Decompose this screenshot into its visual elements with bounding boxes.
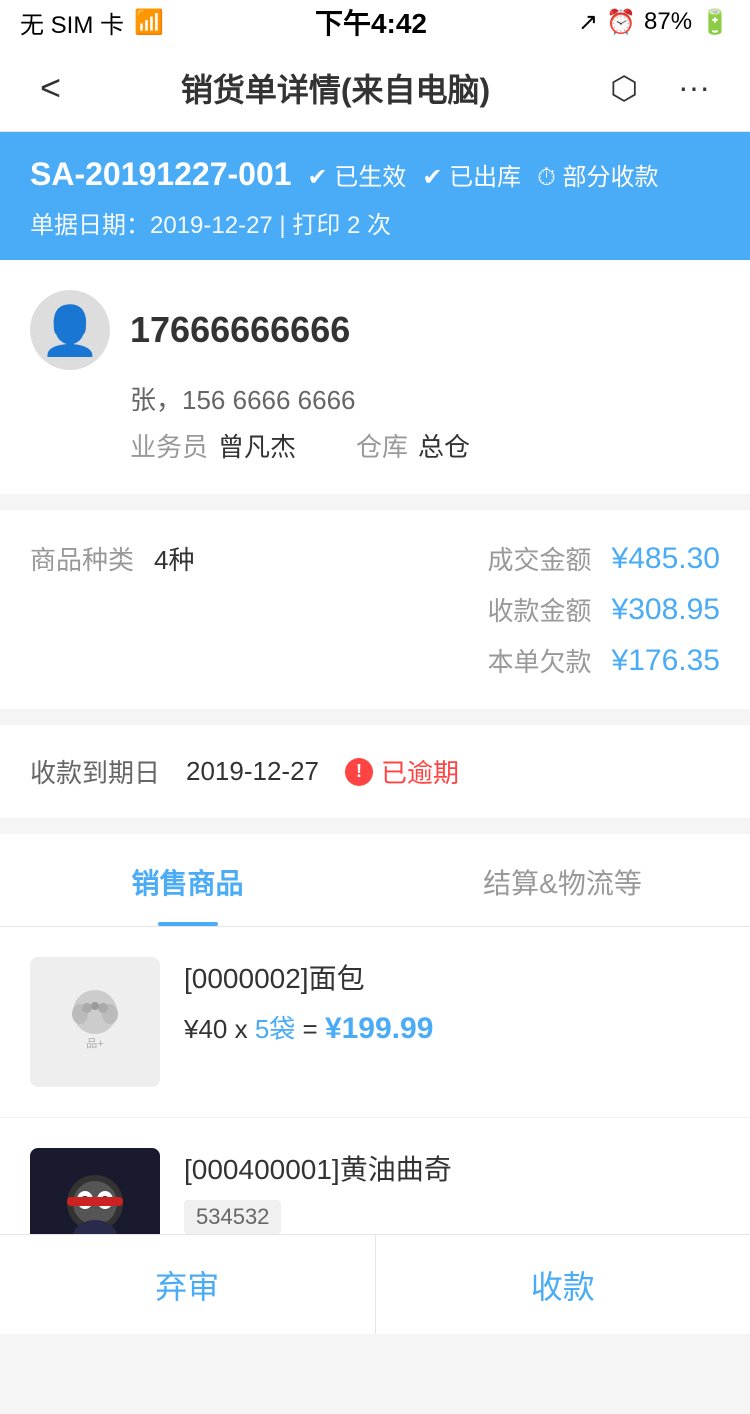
wifi-icon: 📶 (134, 8, 164, 37)
product-name-cookie: [000400001]黄油曲奇 (184, 1148, 720, 1188)
order-header: SA-20191227-001 ✔ 已生效 ✔ 已出库 ⏱ 部分收款 单据日期：… (0, 132, 750, 260)
product-total-bread: ¥199.99 (325, 1012, 433, 1045)
battery-text: 87% (644, 8, 692, 36)
deal-amount-item: 成交金额 ¥485.30 (488, 540, 720, 577)
debt-amount-value: ¥176.35 (612, 644, 720, 678)
debt-amount-item: 本单欠款 ¥176.35 (488, 642, 720, 679)
action-bar: 弃审 收款 (0, 1234, 750, 1334)
more-icon[interactable]: ··· (668, 59, 720, 116)
due-date-label: 收款到期日 (30, 753, 160, 790)
badge-partial: ⏱ 部分收款 (537, 157, 658, 192)
product-types-value: 4种 (154, 540, 194, 577)
warehouse-value: 总仓 (418, 427, 470, 464)
order-id: SA-20191227-001 (30, 156, 292, 193)
back-button[interactable]: < (30, 57, 71, 119)
debt-amount-label: 本单欠款 (488, 642, 592, 679)
receipt-amount-item: 收款金额 ¥308.95 (488, 591, 720, 628)
battery-icon: 🔋 (700, 8, 730, 37)
product-types-label: 商品种类 (30, 540, 134, 577)
page-title: 销货单详情(来自电脑) (181, 65, 490, 111)
badge-shipped: ✔ 已出库 (422, 157, 521, 192)
share-icon[interactable]: ⬡ (600, 59, 648, 117)
product-image-bread: 品+ (30, 957, 160, 1087)
product-types-item: 商品种类 4种 (30, 540, 194, 577)
avatar: 👤 (30, 290, 110, 370)
customer-meta: 业务员 曾凡杰 仓库 总仓 (30, 427, 720, 464)
abandon-review-button[interactable]: 弃审 (0, 1235, 376, 1334)
status-badges: ✔ 已生效 ✔ 已出库 ⏱ 部分收款 (308, 157, 659, 192)
due-date-card: 收款到期日 2019-12-27 ! 已逾期 (0, 725, 750, 818)
order-header-top: SA-20191227-001 ✔ 已生效 ✔ 已出库 ⏱ 部分收款 (30, 156, 720, 193)
bread-placeholder-icon: 品+ (55, 982, 135, 1062)
deal-amount-value: ¥485.30 (612, 542, 720, 576)
summary-right: 成交金额 ¥485.30 收款金额 ¥308.95 本单欠款 ¥176.35 (488, 540, 720, 679)
product-tag-cookie: 534532 (184, 1200, 281, 1234)
status-bar: 无 SIM 卡 📶 下午4:42 ↗ ⏰ 87% 🔋 (0, 0, 750, 44)
customer-info: 张，156 6666 6666 (30, 380, 720, 417)
summary-left: 商品种类 4种 (30, 540, 194, 679)
salesperson-item: 业务员 曾凡杰 (130, 427, 296, 464)
customer-name: 17666666666 (130, 309, 350, 351)
customer-card: 👤 17666666666 张，156 6666 6666 业务员 曾凡杰 仓库… (0, 260, 750, 494)
nav-bar: < 销货单详情(来自电脑) ⬡ ··· (0, 44, 750, 132)
status-right: ↗ ⏰ 87% 🔋 (578, 8, 730, 37)
due-date-value: 2019-12-27 (186, 756, 319, 787)
product-details-bread: [0000002]面包 ¥40 x 5袋 = ¥199.99 (184, 957, 720, 1046)
warehouse-label: 仓库 (356, 427, 408, 464)
overdue-badge: ! 已逾期 (345, 753, 459, 790)
tab-settlement-logistics[interactable]: 结算&物流等 (375, 834, 750, 926)
receipt-amount-label: 收款金额 (488, 591, 592, 628)
product-name-bread: [0000002]面包 (184, 957, 720, 997)
svg-text:品+: 品+ (86, 1037, 103, 1050)
salesperson-value: 曾凡杰 (218, 427, 296, 464)
product-price-bread: ¥40 x 5袋 = ¥199.99 (184, 1009, 720, 1046)
tabs-bar: 销售商品 结算&物流等 (0, 834, 750, 927)
product-qty-bread: 5袋 (255, 1014, 295, 1044)
product-item: 品+ [0000002]面包 ¥40 x 5袋 = ¥199.99 (0, 927, 750, 1118)
warehouse-item: 仓库 总仓 (356, 427, 470, 464)
nav-actions: ⬡ ··· (600, 59, 720, 117)
summary-card: 商品种类 4种 成交金额 ¥485.30 收款金额 ¥308.95 本单欠款 ¥… (0, 510, 750, 709)
tab-sales-products[interactable]: 销售商品 (0, 834, 375, 926)
salesperson-label: 业务员 (130, 427, 208, 464)
order-meta: 单据日期：2019-12-27 | 打印 2 次 (30, 205, 720, 240)
receipt-amount-value: ¥308.95 (612, 593, 720, 627)
collect-payment-button[interactable]: 收款 (376, 1235, 750, 1334)
carrier-text: 无 SIM 卡 (20, 5, 124, 40)
avatar-icon: 👤 (40, 302, 100, 359)
location-icon: ↗ (578, 8, 598, 37)
overdue-dot-icon: ! (345, 758, 373, 786)
badge-effective: ✔ 已生效 (308, 157, 407, 192)
customer-row: 👤 17666666666 (30, 290, 720, 370)
deal-amount-label: 成交金额 (488, 540, 592, 577)
alarm-icon: ⏰ (606, 8, 636, 37)
time-display: 下午4:42 (315, 2, 427, 42)
status-left: 无 SIM 卡 📶 (20, 5, 164, 40)
overdue-text: 已逾期 (381, 753, 459, 790)
